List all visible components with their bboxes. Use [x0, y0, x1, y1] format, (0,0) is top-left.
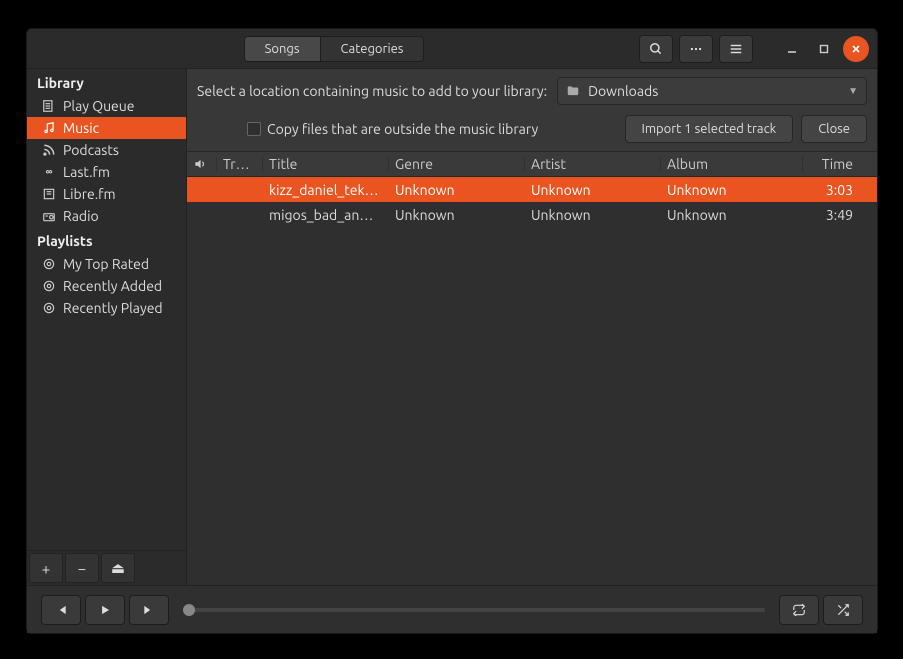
cell-album: Unknown: [661, 182, 803, 198]
shuffle-icon: [836, 603, 850, 617]
previous-button[interactable]: [41, 595, 81, 625]
seek-knob[interactable]: [183, 604, 195, 616]
playlist-icon: [41, 256, 57, 272]
table-row[interactable]: kizz_daniel_tek… Unknown Unknown Unknown…: [187, 177, 877, 202]
checkbox-box: [247, 122, 261, 136]
copy-files-checkbox[interactable]: Copy files that are outside the music li…: [247, 121, 538, 137]
col-artist[interactable]: Artist: [525, 156, 661, 172]
sidebar-footer: + − ⏏: [27, 550, 186, 585]
sidebar-item-librefm[interactable]: Libre.fm: [27, 183, 186, 205]
window-minimize[interactable]: [779, 36, 805, 62]
sidebar-item-label: Music: [63, 120, 99, 136]
sidebar-item-label: My Top Rated: [63, 256, 149, 272]
location-select[interactable]: Downloads ▼: [557, 77, 867, 105]
next-icon: [142, 603, 156, 617]
dots-icon: [689, 42, 703, 56]
sidebar-item-recently-added[interactable]: Recently Added: [27, 275, 186, 297]
sidebar-item-label: Play Queue: [63, 98, 135, 114]
tab-categories[interactable]: Categories: [320, 37, 424, 61]
table-header: Track Title Genre Artist Album Time: [187, 152, 877, 177]
folder-icon: [566, 84, 580, 98]
sidebar-item-recently-played[interactable]: Recently Played: [27, 297, 186, 319]
playlist-icon: [41, 300, 57, 316]
window-close[interactable]: [843, 36, 869, 62]
music-icon: [41, 120, 57, 136]
titlebar: Songs Categories: [27, 29, 877, 69]
import-prompt: Select a location containing music to ad…: [197, 83, 547, 99]
import-button[interactable]: Import 1 selected track: [625, 115, 794, 143]
sidebar: Library Play Queue Music Podcasts ∞ Last…: [27, 69, 187, 585]
col-track[interactable]: Track: [217, 156, 263, 172]
queue-icon: [41, 98, 57, 114]
cell-title: kizz_daniel_tek…: [263, 182, 389, 198]
shuffle-button[interactable]: [823, 595, 863, 625]
sidebar-item-label: Last.fm: [63, 164, 110, 180]
search-button[interactable]: [639, 35, 673, 63]
cell-artist: Unknown: [525, 207, 661, 223]
table-row[interactable]: migos_bad_an… Unknown Unknown Unknown 3:…: [187, 202, 877, 227]
track-table: Track Title Genre Artist Album Time kizz…: [187, 152, 877, 585]
cell-artist: Unknown: [525, 182, 661, 198]
lastfm-icon: ∞: [41, 164, 57, 180]
previous-icon: [54, 603, 68, 617]
sidebar-library-header: Library: [27, 69, 186, 95]
next-button[interactable]: [129, 595, 169, 625]
sidebar-item-label: Recently Added: [63, 278, 162, 294]
cell-time: 3:03: [803, 182, 877, 198]
sidebar-playlists-header: Playlists: [27, 227, 186, 253]
repeat-button[interactable]: [779, 595, 819, 625]
cell-title: migos_bad_an…: [263, 207, 389, 223]
cell-genre: Unknown: [389, 182, 525, 198]
sidebar-item-top-rated[interactable]: My Top Rated: [27, 253, 186, 275]
librefm-icon: [41, 186, 57, 202]
sidebar-item-label: Recently Played: [63, 300, 163, 316]
add-playlist-button[interactable]: +: [29, 553, 63, 583]
rss-icon: [41, 142, 57, 158]
col-playing[interactable]: [187, 157, 217, 171]
col-title[interactable]: Title: [263, 156, 389, 172]
play-button[interactable]: [85, 595, 125, 625]
cell-album: Unknown: [661, 207, 803, 223]
seek-slider[interactable]: [183, 608, 765, 612]
sidebar-item-label: Podcasts: [63, 142, 119, 158]
cell-genre: Unknown: [389, 207, 525, 223]
sidebar-item-radio[interactable]: Radio: [27, 205, 186, 227]
main-area: Select a location containing music to ad…: [187, 69, 877, 585]
location-label: Downloads: [588, 83, 658, 99]
import-bar: Select a location containing music to ad…: [187, 69, 877, 152]
sidebar-item-label: Libre.fm: [63, 186, 116, 202]
sidebar-item-podcasts[interactable]: Podcasts: [27, 139, 186, 161]
minimize-icon: [787, 44, 797, 54]
remove-playlist-button[interactable]: −: [65, 553, 99, 583]
view-toggle: Songs Categories: [244, 36, 425, 62]
app-menu-button[interactable]: [679, 35, 713, 63]
maximize-icon: [819, 44, 829, 54]
play-icon: [98, 603, 112, 617]
window-maximize[interactable]: [811, 36, 837, 62]
tab-songs[interactable]: Songs: [245, 37, 320, 61]
col-album[interactable]: Album: [661, 156, 803, 172]
playlist-icon: [41, 278, 57, 294]
sidebar-item-play-queue[interactable]: Play Queue: [27, 95, 186, 117]
close-icon: [851, 44, 861, 54]
app-window: Songs Categories Library: [26, 28, 878, 634]
speaker-icon: [193, 157, 207, 171]
search-icon: [649, 42, 663, 56]
radio-icon: [41, 208, 57, 224]
sidebar-item-music[interactable]: Music: [27, 117, 186, 139]
repeat-icon: [792, 603, 806, 617]
hamburger-icon: [729, 42, 743, 56]
close-import-button[interactable]: Close: [801, 115, 867, 143]
hamburger-menu-button[interactable]: [719, 35, 753, 63]
col-time[interactable]: Time: [803, 156, 877, 172]
eject-button[interactable]: ⏏: [101, 553, 135, 583]
chevron-down-icon: ▼: [848, 85, 858, 97]
sidebar-item-lastfm[interactable]: ∞ Last.fm: [27, 161, 186, 183]
checkbox-label: Copy files that are outside the music li…: [267, 121, 538, 137]
col-genre[interactable]: Genre: [389, 156, 525, 172]
sidebar-item-label: Radio: [63, 208, 99, 224]
cell-time: 3:49: [803, 207, 877, 223]
playbar: [27, 585, 877, 633]
